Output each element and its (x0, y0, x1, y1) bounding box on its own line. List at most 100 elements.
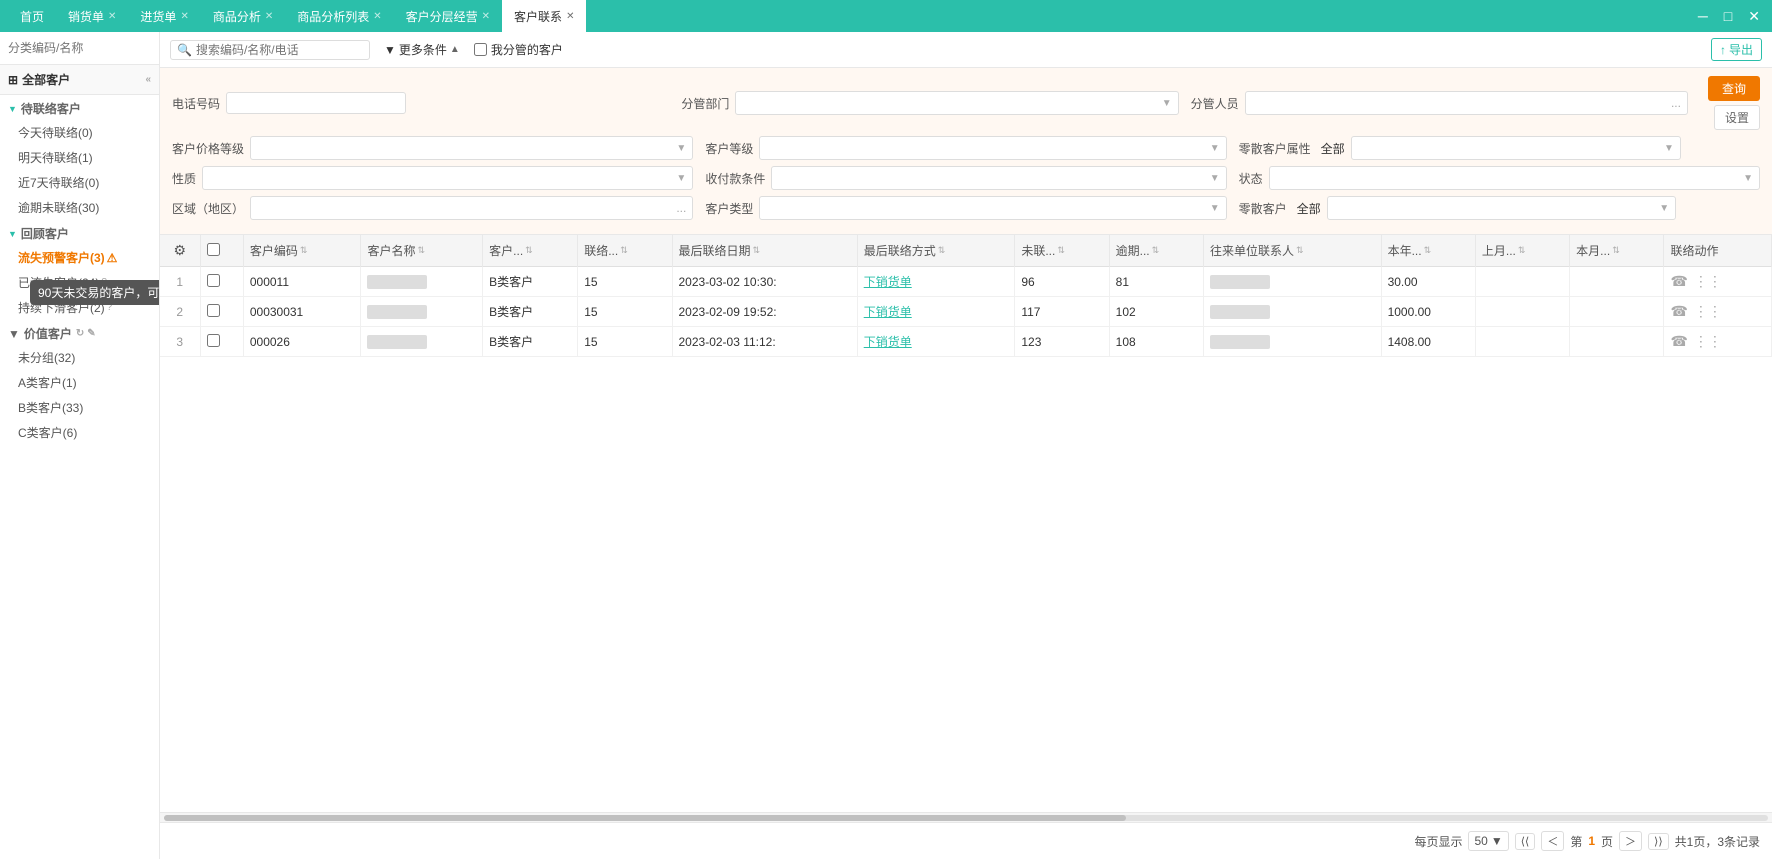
last-month-sort-icon[interactable]: ⇅ (1518, 245, 1526, 256)
contact-action-icon-1[interactable]: ☎ (1670, 273, 1687, 290)
sidebar-item-lost-warning[interactable]: 流失预警客户(3) ⚠ (0, 245, 159, 270)
lost-customer-group[interactable]: ▼ 回顾客户 (0, 220, 159, 245)
collapse-icon[interactable]: « (145, 74, 151, 85)
next-page-button[interactable]: ＞ (1619, 831, 1642, 851)
row-checkbox-1[interactable] (207, 274, 220, 287)
region-more[interactable]: ... (676, 201, 686, 215)
customer-level-arrow: ▼ (1210, 143, 1220, 154)
dept-down-arrow: ▼ (1162, 98, 1172, 109)
page-size-select[interactable]: 50 ▼ (1468, 831, 1508, 851)
first-page-button[interactable]: ⟨⟨ (1515, 833, 1536, 850)
sidebar-item-overdue[interactable]: 逾期未联络(30) (0, 195, 159, 220)
row-name-2 (361, 297, 483, 327)
tab-customer-tier-close[interactable]: ✕ (482, 11, 490, 22)
row-num-3: 3 (160, 327, 200, 357)
contact-action-icon-2[interactable]: ☎ (1670, 303, 1687, 320)
customer-level-select[interactable]: ▼ (759, 136, 1226, 160)
person-select[interactable]: ... (1245, 91, 1688, 115)
tab-home[interactable]: 首页 (8, 0, 56, 32)
this-month-sort-icon[interactable]: ⇅ (1612, 245, 1620, 256)
payment-select[interactable]: ▼ (771, 166, 1226, 190)
row-checkbox-2[interactable] (207, 304, 220, 317)
sidebar: 🔍 ⊞ 全部客户 « ▼ 待联络客户 今天待联络(0) 明天待联络(1) 近7天… (0, 32, 160, 859)
customer-type-arrow: ▼ (1210, 203, 1220, 214)
gear-icon[interactable]: ⚙ (173, 242, 186, 258)
export-button[interactable]: ↑ 导出 (1711, 38, 1762, 61)
region-select[interactable]: ... (250, 196, 693, 220)
sidebar-item-today[interactable]: 今天待联络(0) (0, 120, 159, 145)
retail-attr-select[interactable]: ▼ (1351, 136, 1681, 160)
phone-input[interactable] (226, 92, 406, 114)
my-customers-checkbox-label[interactable]: 我分管的客户 (474, 41, 563, 58)
type-sort-icon[interactable]: ⇅ (525, 245, 533, 256)
sidebar-search-input[interactable] (8, 41, 160, 55)
gender-select[interactable]: ▼ (202, 166, 693, 190)
tab-analysis[interactable]: 商品分析 ✕ (201, 0, 285, 32)
filter-row-2: 客户价格等级 ▼ 客户等级 ▼ 零散客户属性 全部 (172, 136, 1760, 160)
close-button[interactable]: ✕ (1744, 8, 1764, 25)
maximize-button[interactable]: □ (1720, 8, 1736, 24)
tab-purchase[interactable]: 进货单 ✕ (128, 0, 200, 32)
price-level-select[interactable]: ▼ (250, 136, 693, 160)
last-page-button[interactable]: ⟩⟩ (1648, 833, 1669, 850)
pending-contact-group[interactable]: ▼ 待联络客户 (0, 95, 159, 120)
search-wrap: 🔍 (170, 40, 370, 60)
dept-select[interactable]: ▼ (735, 91, 1178, 115)
tab-purchase-close[interactable]: ✕ (180, 11, 188, 22)
last-method-sort-icon[interactable]: ⇅ (938, 245, 946, 256)
sidebar-item-class-b[interactable]: B类客户(33) (0, 395, 159, 420)
overdue-sort-icon[interactable]: ⇅ (1152, 245, 1160, 256)
more-conditions-button[interactable]: ▼ 更多条件 ▲ (378, 39, 466, 60)
region-filter: 区域（地区） ... (172, 196, 693, 220)
contact-action-icon-3[interactable]: ☎ (1670, 333, 1687, 350)
tab-customer-contact-close[interactable]: ✕ (566, 11, 574, 22)
payment-filter: 收付款条件 ▼ (705, 166, 1226, 190)
value-customer-group[interactable]: ▼ 价值客户 ↻ ✎ (0, 320, 159, 345)
prev-page-button[interactable]: ＜ (1541, 831, 1564, 851)
tab-customer-tier[interactable]: 客户分层经营 ✕ (394, 0, 502, 32)
my-customers-checkbox[interactable] (474, 43, 487, 56)
status-select[interactable]: ▼ (1269, 166, 1760, 190)
contact-sort-icon[interactable]: ⇅ (620, 245, 628, 256)
name-sort-icon[interactable]: ⇅ (417, 245, 425, 256)
code-sort-icon[interactable]: ⇅ (300, 245, 308, 256)
tab-analysis-close[interactable]: ✕ (265, 11, 273, 22)
minimize-button[interactable]: ─ (1694, 8, 1712, 24)
sidebar-item-ungrouped[interactable]: 未分组(32) (0, 345, 159, 370)
customer-type-select[interactable]: ▼ (759, 196, 1226, 220)
select-all-checkbox[interactable] (207, 243, 220, 256)
person-more[interactable]: ... (1671, 96, 1681, 110)
more-action-icon-3[interactable]: ⋮⋮ (1694, 333, 1722, 350)
more-action-icon-2[interactable]: ⋮⋮ (1694, 303, 1722, 320)
row-check-2 (200, 297, 243, 327)
col-this-year: 本年... ⇅ (1381, 235, 1475, 267)
contact-person-sort-icon[interactable]: ⇅ (1296, 245, 1304, 256)
col-type: 客户... ⇅ (483, 235, 578, 267)
row-this-year-3: 1408.00 (1381, 327, 1475, 357)
settings-button[interactable]: 设置 (1714, 105, 1760, 130)
search-input[interactable] (196, 43, 356, 57)
more-action-icon-1[interactable]: ⋮⋮ (1694, 273, 1722, 290)
row-checkbox-3[interactable] (207, 334, 220, 347)
sidebar-item-class-a[interactable]: A类客户(1) (0, 370, 159, 395)
scrollbar-thumb[interactable] (164, 815, 1126, 821)
tab-analysis-list[interactable]: 商品分析列表 ✕ (285, 0, 393, 32)
retail-filter: 零散客户 全部 ▼ (1239, 196, 1760, 220)
uncontacted-sort-icon[interactable]: ⇅ (1057, 245, 1065, 256)
tab-sales-close[interactable]: ✕ (108, 11, 116, 22)
retail-select[interactable]: ▼ (1327, 196, 1676, 220)
tab-analysis-list-close[interactable]: ✕ (373, 11, 381, 22)
sidebar-item-tomorrow[interactable]: 明天待联络(1) (0, 145, 159, 170)
this-year-sort-icon[interactable]: ⇅ (1424, 245, 1432, 256)
sidebar-item-7days[interactable]: 近7天待联络(0) (0, 170, 159, 195)
all-customers-header[interactable]: ⊞ 全部客户 « (0, 65, 159, 95)
tab-sales[interactable]: 销货单 ✕ (56, 0, 128, 32)
sidebar-item-class-c[interactable]: C类客户(6) (0, 420, 159, 445)
last-date-sort-icon[interactable]: ⇅ (753, 245, 761, 256)
horizontal-scrollbar[interactable] (160, 812, 1772, 822)
tab-customer-contact[interactable]: 客户联系 ✕ (502, 0, 586, 32)
query-button[interactable]: 查询 (1708, 76, 1760, 101)
edit-icon[interactable]: ✎ (87, 328, 95, 339)
refresh-icon[interactable]: ↻ (76, 328, 84, 339)
col-contact: 联络... ⇅ (578, 235, 672, 267)
